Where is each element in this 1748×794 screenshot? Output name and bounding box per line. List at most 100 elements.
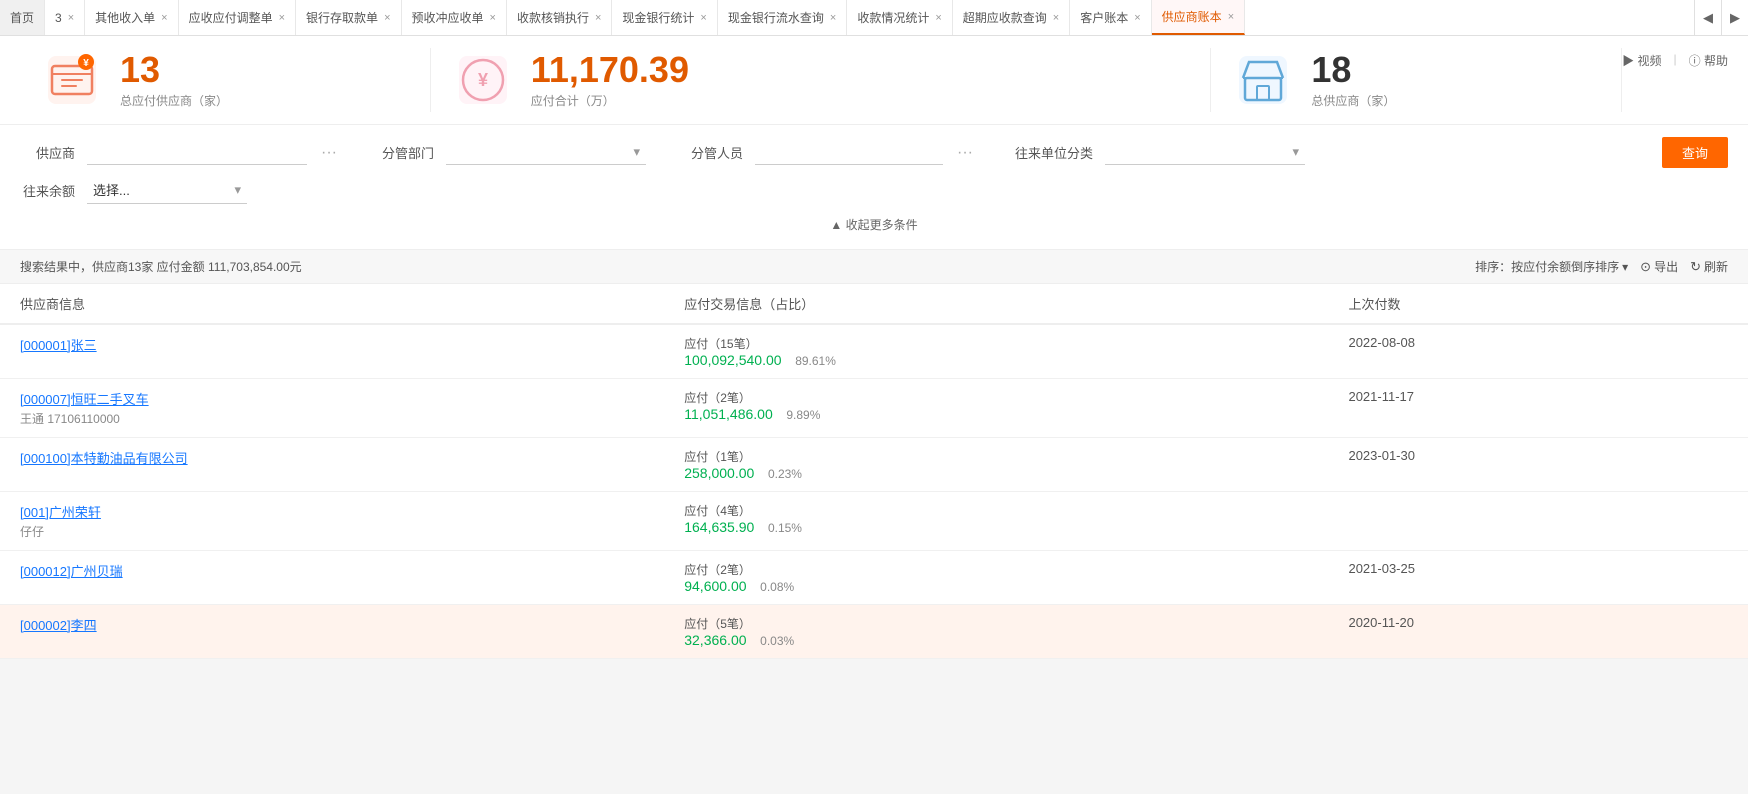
trans-amount-link[interactable]: 11,051,486.00	[684, 406, 773, 422]
close-icon[interactable]: ×	[935, 12, 941, 24]
trans-cell: 应付（15笔） 100,092,540.00 89.61%	[664, 324, 1328, 379]
supplier-label: 供应商	[20, 143, 75, 162]
chevron-down-icon: ▾	[1292, 144, 1299, 160]
refresh-button[interactable]: ↻ 刷新	[1690, 258, 1728, 275]
close-icon[interactable]: ×	[830, 12, 836, 24]
chevron-down-icon: ▾	[234, 182, 241, 198]
query-button[interactable]: 查询	[1662, 137, 1728, 168]
nav-collection[interactable]: 收款核销执行 ×	[507, 0, 612, 35]
filter-row-1: 供应商 ··· 分管部门 ▾ 分管人员 ··· 往来单位分类 ▾ 查询	[20, 137, 1728, 168]
close-icon[interactable]: ×	[700, 12, 706, 24]
stat-total-suppliers: 18 总供应商（家）	[1211, 48, 1622, 112]
trans-amount-link[interactable]: 32,366.00	[684, 632, 746, 648]
sort-area: 排序：按应付余额倒序排序 ▾ ⊙ 导出 ↻ 刷新	[1475, 258, 1728, 275]
close-icon[interactable]: ×	[1228, 11, 1234, 23]
close-icon[interactable]: ×	[68, 12, 74, 24]
trans-cell: 应付（4笔） 164,635.90 0.15%	[664, 492, 1328, 551]
col-header-supplier: 供应商信息	[0, 284, 664, 324]
trans-cell: 应付（1笔） 258,000.00 0.23%	[664, 438, 1328, 492]
table-row: [000002]李四 应付（5笔） 32,366.00 0.03% 2020-1…	[0, 605, 1748, 659]
trans-amount-link[interactable]: 258,000.00	[684, 465, 754, 481]
last-pay-cell: 2020-11-20	[1328, 605, 1748, 659]
trans-cell: 应付（2笔） 94,600.00 0.08%	[664, 551, 1328, 605]
filter-row-2: 往来余额 选择... ▾	[20, 176, 1728, 204]
supplier-dots[interactable]: ···	[321, 144, 337, 162]
video-link[interactable]: ▶ 视频	[1622, 52, 1661, 69]
close-icon[interactable]: ×	[490, 12, 496, 24]
category-select[interactable]: ▾	[1105, 140, 1305, 165]
supplier-sub-info: 王通 17106110000	[20, 410, 644, 427]
stat2-label: 应付合计（万）	[531, 92, 689, 109]
dept-label: 分管部门	[379, 143, 434, 162]
supplier-link[interactable]: [001]广州荣轩	[20, 505, 101, 520]
help-link[interactable]: ⓘ 帮助	[1689, 52, 1728, 69]
supplier-cell: [000001]张三	[0, 324, 664, 379]
nav-cash-stats[interactable]: 现金银行统计 ×	[612, 0, 717, 35]
payable-icon: ¥	[40, 48, 104, 112]
trans-pct: 0.23%	[768, 467, 802, 481]
col-header-last: 上次付数	[1328, 284, 1748, 324]
export-button[interactable]: ⊙ 导出	[1640, 258, 1678, 275]
trans-amount-link[interactable]: 164,635.90	[684, 519, 754, 535]
trans-label: 应付（5笔）	[684, 615, 1308, 632]
supplier-cell: [000100]本特勤油品有限公司	[0, 438, 664, 492]
chevron-down-icon: ▾	[633, 144, 640, 160]
trans-cell: 应付（5笔） 32,366.00 0.03%	[664, 605, 1328, 659]
close-icon[interactable]: ×	[384, 12, 390, 24]
top-navigation: 首页 3 × 其他收入单 × 应收应付调整单 × 银行存取款单 × 预收冲应收单…	[0, 0, 1748, 36]
result-bar: 搜索结果中，供应商13家 应付金额 111,703,854.00元 排序：按应付…	[0, 250, 1748, 284]
supplier-link[interactable]: [000001]张三	[20, 338, 97, 353]
sort-select[interactable]: 排序：按应付余额倒序排序 ▾	[1475, 258, 1628, 275]
supplier-link[interactable]: [000007]恒旺二手叉车	[20, 392, 149, 407]
export-icon: ⊙	[1640, 259, 1651, 275]
person-input[interactable]	[755, 141, 943, 165]
trans-amount-row: 32,366.00 0.03%	[684, 632, 1308, 648]
trans-label: 应付（2笔）	[684, 561, 1308, 578]
balance-select[interactable]: 选择... ▾	[87, 176, 247, 204]
nav-adjustment[interactable]: 应收应付调整单 ×	[179, 0, 296, 35]
close-icon[interactable]: ×	[279, 12, 285, 24]
close-icon[interactable]: ×	[1134, 12, 1140, 24]
close-icon[interactable]: ×	[595, 12, 601, 24]
nav-bank-deposit[interactable]: 银行存取款单 ×	[296, 0, 401, 35]
nav-other-income[interactable]: 其他收入单 ×	[85, 0, 178, 35]
person-dots[interactable]: ···	[957, 144, 973, 162]
trans-label: 应付（1笔）	[684, 448, 1308, 465]
trans-cell: 应付（2笔） 11,051,486.00 9.89%	[664, 379, 1328, 438]
supplier-link[interactable]: [000100]本特勤油品有限公司	[20, 451, 188, 466]
trans-amount-row: 11,051,486.00 9.89%	[684, 406, 1308, 422]
last-pay-date: 2022-08-08	[1348, 335, 1415, 350]
close-icon[interactable]: ×	[1053, 12, 1059, 24]
nav-home[interactable]: 首页	[0, 0, 45, 35]
trans-amount-link[interactable]: 100,092,540.00	[684, 352, 781, 368]
table-row: [000007]恒旺二手叉车 王通 17106110000 应付（2笔） 11,…	[0, 379, 1748, 438]
stat-payable-suppliers: ¥ 13 总应付供应商（家）	[20, 48, 431, 112]
dept-select[interactable]: ▾	[446, 140, 646, 165]
nav-prepay[interactable]: 预收冲应收单 ×	[402, 0, 507, 35]
collapse-button[interactable]: ▲ 收起更多条件	[20, 212, 1728, 237]
nav-supplier-ledger[interactable]: 供应商账本 ×	[1152, 0, 1245, 35]
supplier-input[interactable]	[87, 141, 307, 165]
nav-cash-flow[interactable]: 现金银行流水查询 ×	[718, 0, 847, 35]
close-icon[interactable]: ×	[161, 12, 167, 24]
nav-overdue[interactable]: 超期应收款查询 ×	[953, 0, 1070, 35]
trans-amount-row: 94,600.00 0.08%	[684, 578, 1308, 594]
trans-pct: 0.08%	[760, 580, 794, 594]
trans-pct: 0.15%	[768, 521, 802, 535]
nav-prev-arrow[interactable]: ◀	[1694, 0, 1721, 36]
supplier-link[interactable]: [000012]广州贝瑞	[20, 564, 123, 579]
nav-tab-3[interactable]: 3 ×	[45, 0, 85, 35]
last-pay-cell: 2021-11-17	[1328, 379, 1748, 438]
stat-payable-total: ¥ 11,170.39 应付合计（万）	[431, 48, 1212, 112]
filter-area: 供应商 ··· 分管部门 ▾ 分管人员 ··· 往来单位分类 ▾ 查询 往来余额…	[0, 125, 1748, 250]
chevron-down-icon: ▾	[1622, 260, 1628, 274]
stat1-info: 13 总应付供应商（家）	[120, 52, 228, 109]
table-row: [000012]广州贝瑞 应付（2笔） 94,600.00 0.08% 2021…	[0, 551, 1748, 605]
stats-bar: ¥ 13 总应付供应商（家） ¥ 11,170.39 应付合计（万）	[0, 36, 1748, 125]
nav-collection-stats[interactable]: 收款情况统计 ×	[847, 0, 952, 35]
trans-amount-link[interactable]: 94,600.00	[684, 578, 746, 594]
col-header-trans: 应付交易信息（占比）	[664, 284, 1328, 324]
nav-next-arrow[interactable]: ▶	[1721, 0, 1748, 36]
supplier-link[interactable]: [000002]李四	[20, 618, 97, 633]
nav-customer-ledger[interactable]: 客户账本 ×	[1070, 0, 1151, 35]
